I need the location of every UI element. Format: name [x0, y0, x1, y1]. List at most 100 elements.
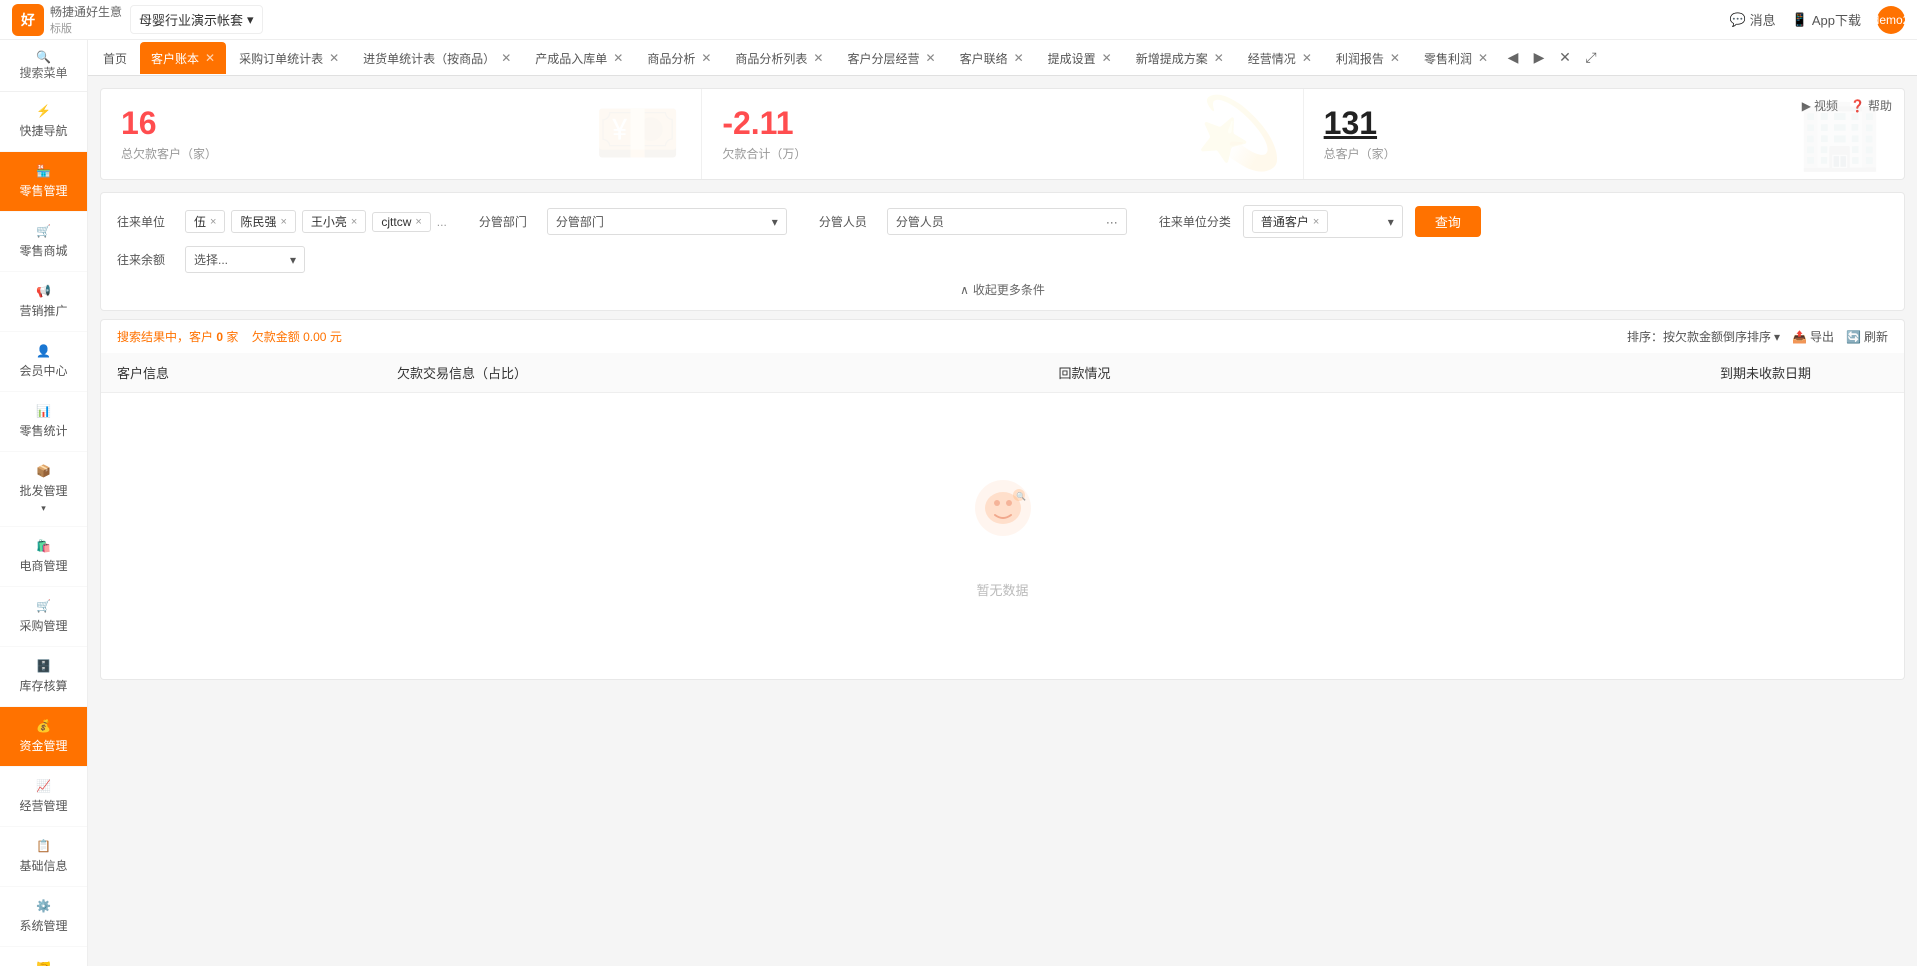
mall-icon: 🛒 — [36, 224, 51, 238]
empty-text: 暂无数据 — [976, 580, 1028, 599]
tab-customer-segment-close[interactable]: ✕ — [926, 51, 936, 65]
tab-product-analysis[interactable]: 商品分析 ✕ — [636, 42, 722, 74]
dept-filter-select[interactable]: 分管部门 ▾ — [547, 208, 787, 235]
results-actions: 排序：按欠款金额倒序排序 ▾ 📤 导出 🔄 刷新 — [1627, 328, 1888, 345]
stat-label-all-customers: 总客户（家） — [1324, 145, 1396, 162]
tab-new-achievement-close[interactable]: ✕ — [1214, 51, 1224, 65]
sidebar-item-retail-stats[interactable]: 📊 零售统计 — [0, 392, 87, 452]
sidebar-item-nav[interactable]: ⚡ 快捷导航 — [0, 92, 87, 152]
sidebar-item-basic-info[interactable]: 📋 基础信息 — [0, 827, 87, 887]
filter-tag-wang-remove[interactable]: × — [351, 216, 357, 228]
tab-product-analysis-list[interactable]: 商品分析列表 ✕ — [724, 42, 834, 74]
tab-customer-accounts[interactable]: 客户账本 ✕ — [140, 42, 226, 74]
tab-nav-left[interactable]: ◀ — [1501, 46, 1525, 70]
sidebar-search[interactable]: 🔍 搜索菜单 — [0, 40, 87, 92]
stat-bg-star-icon: 💫 — [1195, 93, 1282, 175]
tab-home[interactable]: 首页 — [92, 42, 138, 74]
sidebar-item-enterprise-coop[interactable]: 🤝 企业协同 — [0, 947, 87, 966]
sidebar-item-operations[interactable]: 📈 经营管理 — [0, 767, 87, 827]
collapse-btn[interactable]: ∧ 收起更多条件 — [960, 281, 1045, 298]
message-btn[interactable]: 💬 消息 — [1729, 10, 1775, 29]
tab-customer-contact-close[interactable]: ✕ — [1014, 51, 1024, 65]
top-bar-left: 好 畅捷通好生意 标版 母婴行业演示帐套 ▾ — [12, 3, 263, 36]
sidebar-item-marketing[interactable]: 📢 营销推广 — [0, 272, 87, 332]
person-filter-label: 分管人员 — [819, 213, 875, 230]
message-icon: 💬 — [1729, 12, 1745, 28]
stat-value-debt: -2.11 — [722, 107, 806, 139]
tab-reminder-settings-close[interactable]: ✕ — [1102, 51, 1112, 65]
filter-tag-wu-remove[interactable]: × — [210, 216, 216, 228]
th-due-date: 到期未收款日期 — [1704, 353, 1904, 392]
avatar[interactable]: demo2 — [1877, 6, 1905, 34]
tab-customer-contact[interactable]: 客户联络 ✕ — [949, 42, 1035, 74]
sidebar-item-purchase[interactable]: 🛒 采购管理 — [0, 587, 87, 647]
sidebar-item-retail-mall[interactable]: 🛒 零售商城 — [0, 212, 87, 272]
sidebar-item-system[interactable]: ⚙️ 系统管理 — [0, 887, 87, 947]
person-filter-select[interactable]: 分管人员 ··· — [887, 208, 1127, 235]
sidebar-item-member-center[interactable]: 👤 会员中心 — [0, 332, 87, 392]
tab-product-incoming-close[interactable]: ✕ — [613, 51, 623, 65]
debt-value: 0.00 — [303, 330, 326, 344]
tab-purchase-order-stats-close[interactable]: ✕ — [329, 51, 339, 65]
sidebar-item-wholesale-mgmt[interactable]: 📦 批发管理 ▾ — [0, 452, 87, 527]
tab-product-analysis-list-close[interactable]: ✕ — [813, 51, 823, 65]
tab-retail-profit-close[interactable]: ✕ — [1478, 51, 1488, 65]
avatar-label: demo2 — [1873, 13, 1910, 27]
sidebar-item-inventory[interactable]: 🗄️ 库存核算 — [0, 647, 87, 707]
filter-tag-normal-customer: 普通客户 × — [1252, 210, 1328, 233]
tab-incoming-stats-close[interactable]: ✕ — [501, 51, 511, 65]
sidebar-item-ecommerce[interactable]: 🛍️ 电商管理 — [0, 527, 87, 587]
filter-tag-wang: 王小亮 × — [302, 210, 366, 233]
tab-retail-profit[interactable]: 零售利润 ✕ — [1413, 42, 1499, 74]
filter-tag-chen-remove[interactable]: × — [280, 216, 286, 228]
tab-incoming-stats[interactable]: 进货单统计表（按商品） ✕ — [352, 42, 522, 74]
tab-customer-segment[interactable]: 客户分层经营 ✕ — [836, 42, 946, 74]
unit-category-select[interactable]: 普通客户 × ▾ — [1243, 205, 1403, 238]
filter-row-2: 往来余额 选择... ▾ — [117, 246, 1888, 273]
export-label: 导出 — [1810, 328, 1834, 345]
sort-select[interactable]: 排序：按欠款金额倒序排序 ▾ — [1627, 328, 1780, 345]
tab-product-analysis-close[interactable]: ✕ — [701, 51, 711, 65]
sidebar-purchase-label: 采购管理 — [19, 617, 67, 634]
tab-expand[interactable]: ⤢ — [1579, 46, 1603, 70]
tab-new-achievement[interactable]: 新增提成方案 ✕ — [1125, 42, 1235, 74]
sidebar-item-retail-mgmt[interactable]: 🏪 零售管理 — [0, 152, 87, 212]
app-subtitle: 标版 — [50, 20, 122, 36]
industry-selector[interactable]: 母婴行业演示帐套 ▾ — [130, 5, 263, 34]
refresh-btn[interactable]: 🔄 刷新 — [1846, 328, 1888, 345]
tab-reminder-settings[interactable]: 提成设置 ✕ — [1037, 42, 1123, 74]
filter-tag-normal-customer-remove[interactable]: × — [1313, 216, 1319, 228]
tab-purchase-order-stats[interactable]: 采购订单统计表 ✕ — [228, 42, 350, 74]
tab-profit-report-close[interactable]: ✕ — [1390, 51, 1400, 65]
balance-chevron-icon: ▾ — [290, 253, 296, 267]
sidebar-basic-info-label: 基础信息 — [19, 857, 67, 874]
operations-icon: 📈 — [36, 779, 51, 793]
app-title: 畅捷通好生意 — [50, 3, 122, 20]
tab-close-all[interactable]: ✕ — [1553, 46, 1577, 70]
download-icon: 📱 — [1792, 12, 1808, 28]
tab-profit-report[interactable]: 利润报告 ✕ — [1325, 42, 1411, 74]
dept-filter-label: 分管部门 — [479, 213, 535, 230]
balance-filter-select[interactable]: 选择... ▾ — [185, 246, 305, 273]
tab-customer-accounts-close[interactable]: ✕ — [205, 51, 215, 65]
debt-unit: 元 — [330, 330, 342, 344]
sidebar-item-finance[interactable]: 💰 资金管理 — [0, 707, 87, 767]
tab-operations-status[interactable]: 经营情况 ✕ — [1237, 42, 1323, 74]
app-download-btn[interactable]: 📱 App下载 — [1792, 10, 1861, 29]
search-button[interactable]: 查询 — [1415, 206, 1481, 237]
empty-icon: 🔍 — [963, 473, 1043, 568]
nav-icon: ⚡ — [36, 104, 51, 118]
filter-tag-cjttcw-remove[interactable]: × — [415, 216, 421, 228]
filter-more-btn[interactable]: ... — [437, 215, 447, 229]
balance-filter-label: 往来余额 — [117, 251, 173, 268]
export-btn[interactable]: 📤 导出 — [1792, 328, 1834, 345]
collapse-row: ∧ 收起更多条件 — [117, 281, 1888, 298]
tab-product-incoming[interactable]: 产成品入库单 ✕ — [524, 42, 634, 74]
stat-card-debt: 💫 -2.11 欠款合计（万） — [702, 89, 1303, 179]
unit-filter-label: 往来单位 — [117, 213, 173, 230]
refresh-icon: 🔄 — [1846, 330, 1861, 344]
tab-operations-status-close[interactable]: ✕ — [1302, 51, 1312, 65]
tab-product-analysis-label: 商品分析 — [647, 50, 695, 67]
person-more-icon: ··· — [1106, 215, 1118, 229]
tab-nav-right[interactable]: ▶ — [1527, 46, 1551, 70]
